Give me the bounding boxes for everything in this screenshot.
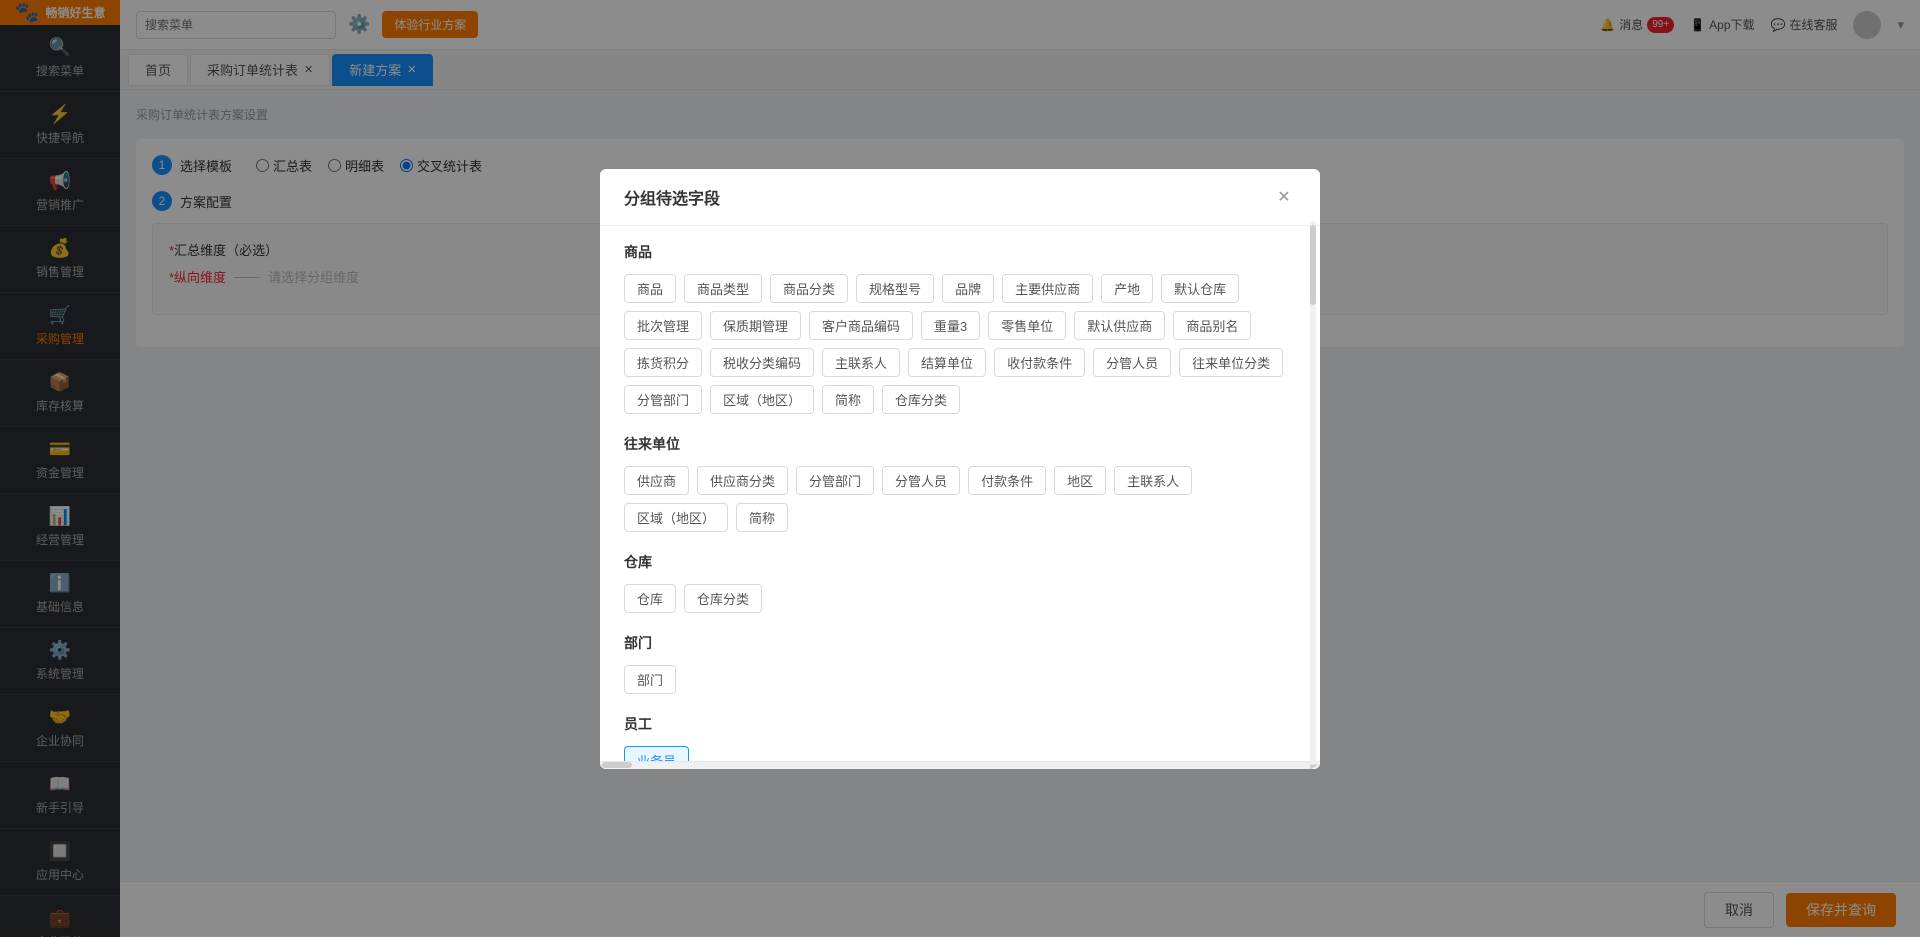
field-tag-2-0[interactable]: 仓库 <box>624 584 676 613</box>
field-section-title-2: 仓库 <box>624 552 1296 572</box>
field-tag-0-4[interactable]: 品牌 <box>942 274 994 303</box>
field-tag-0-14[interactable]: 商品别名 <box>1173 311 1251 340</box>
field-tag-0-16[interactable]: 税收分类编码 <box>710 348 814 377</box>
field-tag-0-12[interactable]: 零售单位 <box>988 311 1066 340</box>
field-tag-0-20[interactable]: 分管人员 <box>1093 348 1171 377</box>
field-tags-2: 仓库仓库分类 <box>624 584 1296 613</box>
field-tag-1-1[interactable]: 供应商分类 <box>697 466 788 495</box>
field-tag-1-6[interactable]: 主联系人 <box>1114 466 1192 495</box>
field-tag-3-0[interactable]: 部门 <box>624 665 676 694</box>
field-tags-4: 业务员 <box>624 746 1296 761</box>
field-tag-0-18[interactable]: 结算单位 <box>908 348 986 377</box>
field-tag-0-10[interactable]: 客户商品编码 <box>809 311 913 340</box>
field-tag-0-5[interactable]: 主要供应商 <box>1002 274 1093 303</box>
field-tag-2-1[interactable]: 仓库分类 <box>684 584 762 613</box>
field-section-title-3: 部门 <box>624 633 1296 653</box>
field-section-0: 商品商品商品类型商品分类规格型号品牌主要供应商产地默认仓库批次管理保质期管理客户… <box>624 242 1296 414</box>
field-tag-0-1[interactable]: 商品类型 <box>684 274 762 303</box>
modal-header: 分组待选字段 ✕ <box>600 169 1320 226</box>
horizontal-scrollbar-track: ▶ <box>600 761 1320 769</box>
field-tag-0-6[interactable]: 产地 <box>1101 274 1153 303</box>
field-section-4: 员工业务员 <box>624 714 1296 761</box>
field-tag-0-15[interactable]: 拣货积分 <box>624 348 702 377</box>
field-tag-0-22[interactable]: 分管部门 <box>624 385 702 414</box>
field-section-title-0: 商品 <box>624 242 1296 262</box>
field-tag-1-2[interactable]: 分管部门 <box>796 466 874 495</box>
field-tag-4-0[interactable]: 业务员 <box>624 746 689 761</box>
modal-overlay: 分组待选字段 ✕ 商品商品商品类型商品分类规格型号品牌主要供应商产地默认仓库批次… <box>0 0 1920 937</box>
field-section-1: 往来单位供应商供应商分类分管部门分管人员付款条件地区主联系人区域（地区） 简称 <box>624 434 1296 532</box>
field-tag-1-5[interactable]: 地区 <box>1054 466 1106 495</box>
field-tag-0-7[interactable]: 默认仓库 <box>1161 274 1239 303</box>
field-tag-1-7[interactable]: 区域（地区） <box>624 503 728 532</box>
field-tag-1-8[interactable]: 简称 <box>736 503 788 532</box>
field-tag-0-3[interactable]: 规格型号 <box>856 274 934 303</box>
field-tags-3: 部门 <box>624 665 1296 694</box>
field-section-2: 仓库仓库仓库分类 <box>624 552 1296 613</box>
field-tag-0-13[interactable]: 默认供应商 <box>1074 311 1165 340</box>
field-section-3: 部门部门 <box>624 633 1296 694</box>
scrollbar-track <box>1310 221 1316 765</box>
field-tag-0-23[interactable]: 区域（地区） <box>710 385 814 414</box>
field-tag-0-8[interactable]: 批次管理 <box>624 311 702 340</box>
field-tag-0-21[interactable]: 往来单位分类 <box>1179 348 1283 377</box>
modal-body[interactable]: 商品商品商品类型商品分类规格型号品牌主要供应商产地默认仓库批次管理保质期管理客户… <box>600 226 1320 761</box>
field-tag-0-11[interactable]: 重量3 <box>921 311 980 340</box>
field-section-title-1: 往来单位 <box>624 434 1296 454</box>
field-tag-0-19[interactable]: 收付款条件 <box>994 348 1085 377</box>
modal-dialog: 分组待选字段 ✕ 商品商品商品类型商品分类规格型号品牌主要供应商产地默认仓库批次… <box>600 169 1320 769</box>
modal-close-button[interactable]: ✕ <box>1272 185 1296 209</box>
field-tag-0-24[interactable]: 简称 <box>822 385 874 414</box>
field-tag-0-2[interactable]: 商品分类 <box>770 274 848 303</box>
field-tags-1: 供应商供应商分类分管部门分管人员付款条件地区主联系人区域（地区） 简称 <box>624 466 1296 532</box>
scrollbar-thumb[interactable] <box>1310 225 1316 305</box>
field-tag-1-4[interactable]: 付款条件 <box>968 466 1046 495</box>
field-tag-1-3[interactable]: 分管人员 <box>882 466 960 495</box>
field-tag-0-25[interactable]: 仓库分类 <box>882 385 960 414</box>
field-tags-0: 商品商品类型商品分类规格型号品牌主要供应商产地默认仓库批次管理保质期管理客户商品… <box>624 274 1296 414</box>
modal-title: 分组待选字段 <box>624 185 720 209</box>
field-tag-1-0[interactable]: 供应商 <box>624 466 689 495</box>
field-tag-0-0[interactable]: 商品 <box>624 274 676 303</box>
field-tag-0-17[interactable]: 主联系人 <box>822 348 900 377</box>
horizontal-scrollbar-thumb[interactable] <box>602 762 632 768</box>
field-section-title-4: 员工 <box>624 714 1296 734</box>
field-tag-0-9[interactable]: 保质期管理 <box>710 311 801 340</box>
